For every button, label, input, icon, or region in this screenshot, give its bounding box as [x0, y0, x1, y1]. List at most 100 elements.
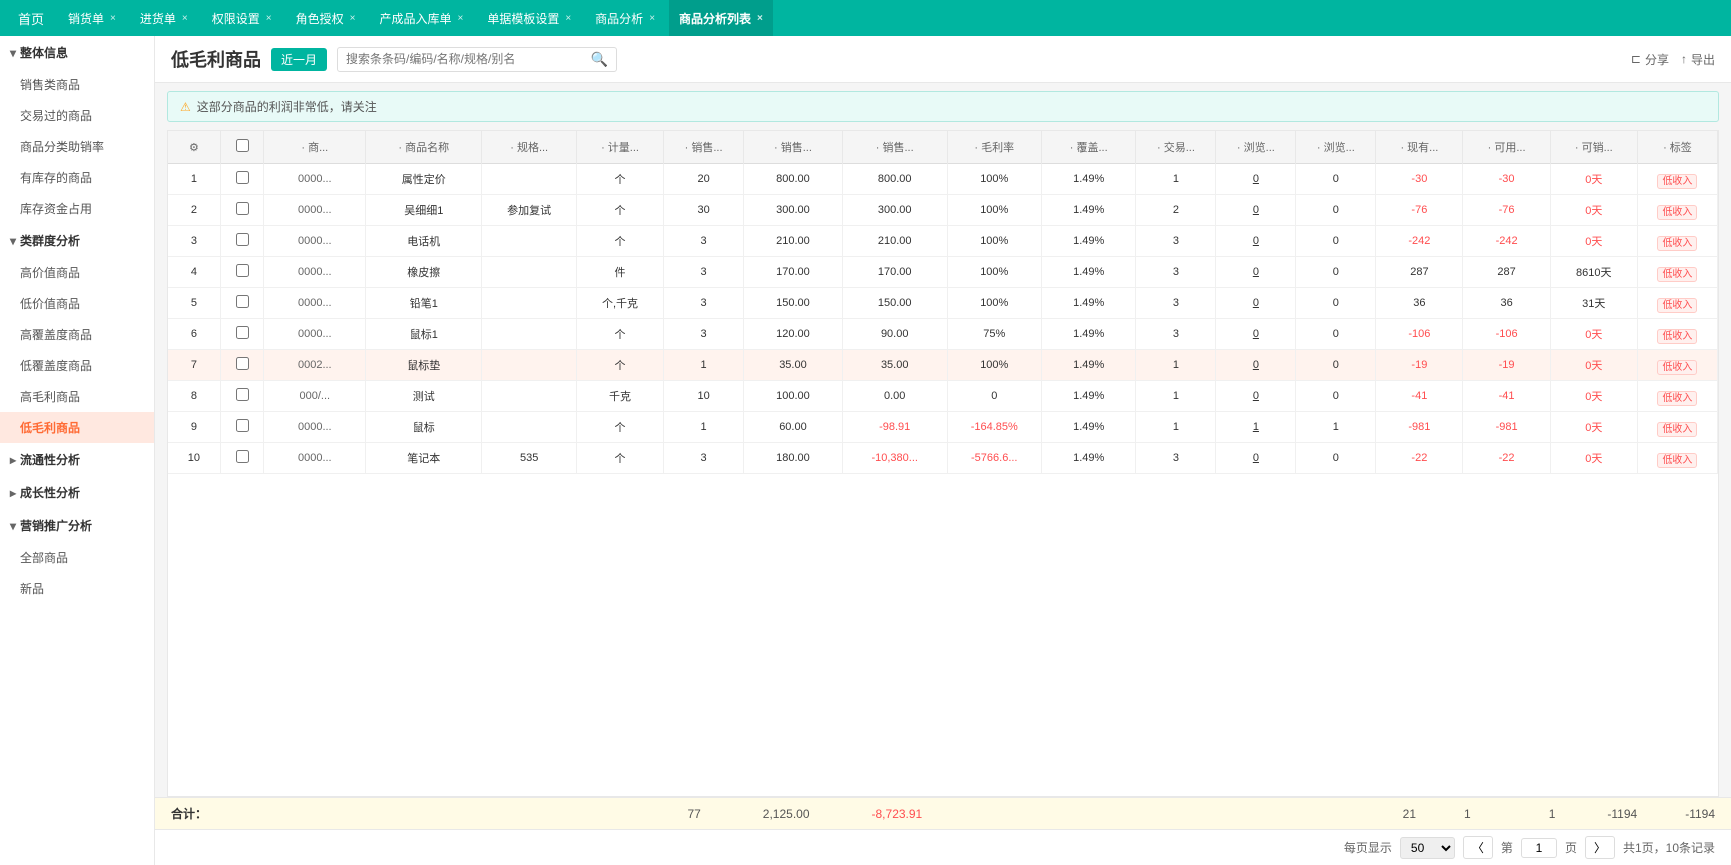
col-header-gross-rate[interactable]: · 毛利率 — [947, 131, 1041, 164]
sidebar-item-low-value[interactable]: 低价值商品 — [0, 288, 154, 319]
sidebar-group-marketing[interactable]: ▾ 营销推广分析 — [0, 509, 154, 542]
cell-cb-6[interactable] — [220, 350, 264, 381]
nav-close-product-inbound[interactable]: × — [457, 13, 463, 24]
cell-cb-5[interactable] — [220, 319, 264, 350]
cell-salable-days-1: 0天 — [1550, 195, 1637, 226]
cell-unit-9: 个 — [576, 443, 663, 474]
sidebar-group-overall[interactable]: ▾ 整体信息 — [0, 36, 154, 69]
sidebar-group-circulation[interactable]: ▸ 流通性分析 — [0, 443, 154, 476]
search-input[interactable] — [346, 52, 591, 66]
nav-close-purchase-order[interactable]: × — [182, 13, 188, 24]
col-header-unit[interactable]: · 计量... — [576, 131, 663, 164]
filter-period-button[interactable]: 近一月 — [271, 48, 327, 71]
cell-trans-7: 1 — [1136, 381, 1216, 412]
col-header-coverage[interactable]: · 覆盖... — [1042, 131, 1136, 164]
cell-cb-3[interactable] — [220, 257, 264, 288]
sidebar-item-stocked-products[interactable]: 有库存的商品 — [0, 162, 154, 193]
export-button[interactable]: ↑ 导出 — [1681, 51, 1715, 68]
cell-trans-0: 1 — [1136, 164, 1216, 195]
select-all-checkbox[interactable] — [236, 139, 249, 152]
cell-browse1-3[interactable]: 0 — [1216, 257, 1296, 288]
nav-close-product-analysis-list[interactable]: × — [757, 13, 763, 24]
col-settings[interactable]: ⚙ — [168, 131, 220, 164]
col-header-code[interactable]: · 商... — [264, 131, 366, 164]
sidebar-item-high-margin[interactable]: 高毛利商品 — [0, 381, 154, 412]
sidebar-item-sales-products[interactable]: 销售类商品 — [0, 69, 154, 100]
chevron-right-icon: ▸ — [10, 486, 16, 500]
cell-cb-4[interactable] — [220, 288, 264, 319]
next-page-button[interactable]: 〉 — [1585, 836, 1615, 859]
col-checkbox-all[interactable] — [220, 131, 264, 164]
nav-template-settings[interactable]: 单据模板设置 × — [477, 0, 581, 36]
sidebar-group-cluster-analysis[interactable]: ▾ 类群度分析 — [0, 224, 154, 257]
cell-spec-6 — [482, 350, 576, 381]
nav-product-analysis-list[interactable]: 商品分析列表 × — [669, 0, 773, 36]
cell-cb-7[interactable] — [220, 381, 264, 412]
sidebar-item-high-value[interactable]: 高价值商品 — [0, 257, 154, 288]
sidebar-item-low-coverage[interactable]: 低覆盖度商品 — [0, 350, 154, 381]
cell-browse1-5[interactable]: 0 — [1216, 319, 1296, 350]
nav-product-analysis[interactable]: 商品分析 × — [585, 0, 665, 36]
sidebar-item-high-coverage[interactable]: 高覆盖度商品 — [0, 319, 154, 350]
cell-browse1-9[interactable]: 0 — [1216, 443, 1296, 474]
nav-home[interactable]: 首页 — [8, 0, 54, 36]
sidebar-item-all-products[interactable]: 全部商品 — [0, 542, 154, 573]
nav-product-inbound[interactable]: 产成品入库单 × — [369, 0, 473, 36]
col-header-browse1[interactable]: · 浏览... — [1216, 131, 1296, 164]
prev-page-button[interactable]: 〈 — [1463, 836, 1493, 859]
col-header-sales-amt[interactable]: · 销售... — [744, 131, 843, 164]
nav-role-auth[interactable]: 角色授权 × — [286, 0, 366, 36]
cell-sales-profit-6: 35.00 — [842, 350, 947, 381]
cell-cb-1[interactable] — [220, 195, 264, 226]
sidebar-item-traded-products[interactable]: 交易过的商品 — [0, 100, 154, 131]
search-icon[interactable]: 🔍 — [591, 51, 608, 68]
cell-sales-profit-9: -10,380... — [842, 443, 947, 474]
cell-browse1-4[interactable]: 0 — [1216, 288, 1296, 319]
cell-browse1-8[interactable]: 1 — [1216, 412, 1296, 443]
col-header-sales-profit[interactable]: · 销售... — [842, 131, 947, 164]
cell-cb-0[interactable] — [220, 164, 264, 195]
nav-sales-order[interactable]: 销货单 × — [58, 0, 126, 36]
totals-trans-count: 21 — [1403, 807, 1416, 821]
sidebar-item-category-sales-rate[interactable]: 商品分类助销率 — [0, 131, 154, 162]
col-header-avail-stock[interactable]: · 可用... — [1463, 131, 1550, 164]
cell-browse1-7[interactable]: 0 — [1216, 381, 1296, 412]
nav-permissions[interactable]: 权限设置 × — [202, 0, 282, 36]
nav-purchase-order[interactable]: 进货单 × — [130, 0, 198, 36]
cell-browse1-2[interactable]: 0 — [1216, 226, 1296, 257]
col-header-trans[interactable]: · 交易... — [1136, 131, 1216, 164]
cell-cb-8[interactable] — [220, 412, 264, 443]
cell-browse1-1[interactable]: 0 — [1216, 195, 1296, 226]
page-size-select[interactable]: 50 100 200 — [1400, 837, 1455, 859]
tag-badge: 低收入 — [1657, 453, 1697, 468]
col-header-spec[interactable]: · 规格... — [482, 131, 576, 164]
cell-seq-4: 5 — [168, 288, 220, 319]
share-button[interactable]: ⊏ 分享 — [1631, 51, 1669, 68]
nav-close-permissions[interactable]: × — [266, 13, 272, 24]
col-header-salable-days[interactable]: · 可销... — [1550, 131, 1637, 164]
nav-close-sales-order[interactable]: × — [110, 13, 116, 24]
cell-spec-2 — [482, 226, 576, 257]
sidebar-group-growth[interactable]: ▸ 成长性分析 — [0, 476, 154, 509]
col-header-name[interactable]: · 商品名称 — [366, 131, 482, 164]
cell-cb-9[interactable] — [220, 443, 264, 474]
nav-close-role-auth[interactable]: × — [350, 13, 356, 24]
tag-badge: 低收入 — [1657, 422, 1697, 437]
cell-browse1-0[interactable]: 0 — [1216, 164, 1296, 195]
page-number-input[interactable] — [1521, 838, 1557, 858]
sidebar-item-new-products[interactable]: 新品 — [0, 573, 154, 604]
cell-cb-2[interactable] — [220, 226, 264, 257]
sidebar-item-low-margin[interactable]: 低毛利商品 — [0, 412, 154, 443]
col-header-current-stock[interactable]: · 现有... — [1376, 131, 1463, 164]
cell-avail-stock-6: -19 — [1463, 350, 1550, 381]
cell-name-2: 电话机 — [366, 226, 482, 257]
col-header-tag[interactable]: · 标签 — [1637, 131, 1717, 164]
cell-browse1-6[interactable]: 0 — [1216, 350, 1296, 381]
col-header-browse2[interactable]: · 浏览... — [1296, 131, 1376, 164]
col-header-sales-qty[interactable]: · 销售... — [664, 131, 744, 164]
nav-close-template-settings[interactable]: × — [565, 13, 571, 24]
nav-close-product-analysis[interactable]: × — [649, 13, 655, 24]
sidebar-item-inventory-capital[interactable]: 库存资金占用 — [0, 193, 154, 224]
table-row: 1 0000... 属性定价 个 20 800.00 800.00 100% 1… — [168, 164, 1718, 195]
table-row: 5 0000... 铅笔1 个,千克 3 150.00 150.00 100% … — [168, 288, 1718, 319]
